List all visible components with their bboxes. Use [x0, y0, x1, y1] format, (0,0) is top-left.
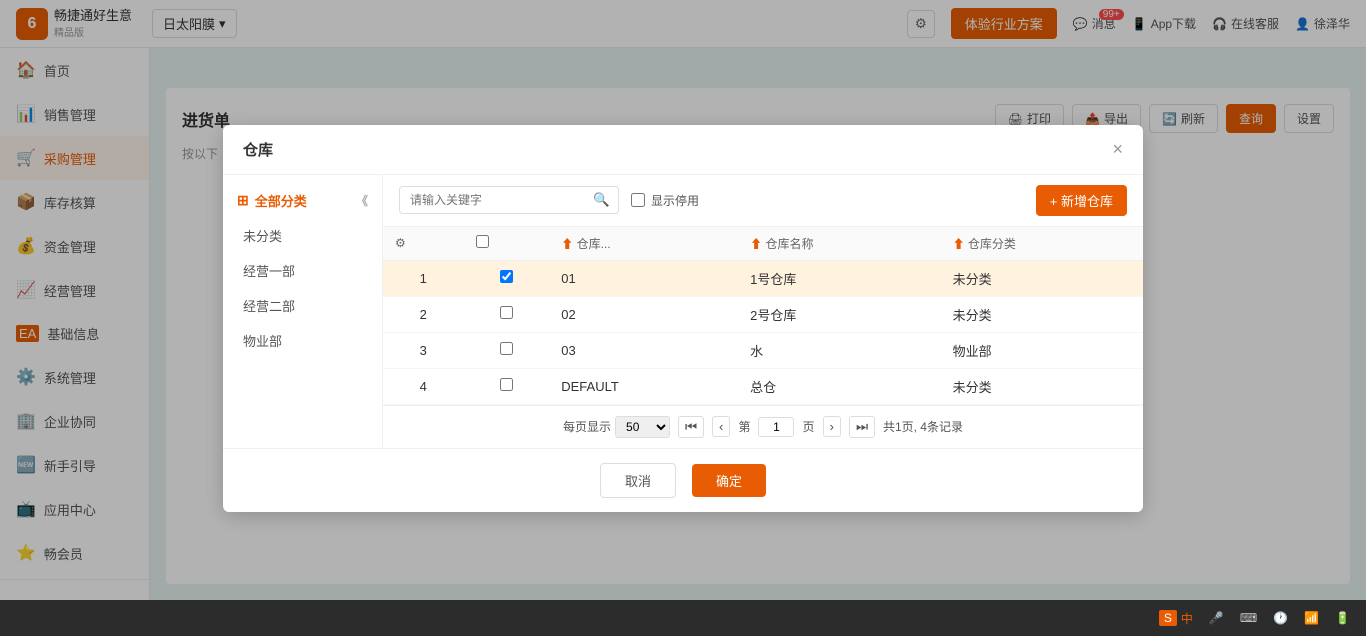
cat-item-3[interactable]: 物业部 — [223, 323, 382, 358]
last-page-button[interactable]: ⏭ — [849, 416, 875, 438]
table-row[interactable]: 4 DEFAULT 总仓 未分类 — [383, 368, 1143, 404]
row-check-1[interactable] — [464, 260, 550, 296]
row-cat-2: 未分类 — [941, 296, 1143, 332]
table-body: 1 01 1号仓库 未分类 2 02 2号仓库 — [383, 260, 1143, 404]
status-wifi: 📶 — [1304, 611, 1319, 625]
search-button[interactable]: 🔍 — [585, 187, 618, 213]
warehouse-modal: 仓库 × ⊞ 全部分类 《 未分类 经营一部 经营二部 — [223, 125, 1143, 512]
row-num-3: 3 — [383, 332, 464, 368]
status-lang: S 中 — [1159, 610, 1193, 627]
show-disabled-label[interactable]: 显示停用 — [631, 192, 699, 209]
confirm-button[interactable]: 确定 — [692, 464, 766, 497]
row-code-4: DEFAULT — [549, 368, 738, 404]
row-num-4: 4 — [383, 368, 464, 404]
row-name-4: 总仓 — [738, 368, 940, 404]
search-box: 🔍 — [399, 186, 619, 214]
cat-item-2[interactable]: 经营二部 — [223, 288, 382, 323]
status-keyboard[interactable]: ⌨ — [1240, 611, 1257, 625]
modal-header: 仓库 × — [223, 125, 1143, 175]
sort-icon2: ⬆ — [750, 237, 762, 251]
page-unit: 页 — [802, 418, 814, 435]
row-checkbox-3[interactable] — [500, 342, 513, 355]
row-code-1: 01 — [549, 260, 738, 296]
th-check — [464, 227, 550, 261]
row-checkbox-1[interactable] — [500, 270, 513, 283]
sort-icon: ⬆ — [561, 237, 573, 251]
next-page-button[interactable]: › — [823, 416, 841, 437]
table-row[interactable]: 2 02 2号仓库 未分类 — [383, 296, 1143, 332]
modal-body: ⊞ 全部分类 《 未分类 经营一部 经营二部 物业部 — [223, 175, 1143, 448]
row-check-4[interactable] — [464, 368, 550, 404]
row-num-2: 2 — [383, 296, 464, 332]
per-page-label: 每页显示 — [563, 418, 611, 435]
th-name: ⬆ 仓库名称 — [738, 227, 940, 261]
add-warehouse-button[interactable]: + 新增仓库 — [1036, 185, 1127, 216]
row-name-1: 1号仓库 — [738, 260, 940, 296]
grid-icon: ⊞ — [237, 192, 249, 209]
table-toolbar: 🔍 显示停用 + 新增仓库 — [383, 175, 1143, 227]
row-checkbox-4[interactable] — [500, 378, 513, 391]
row-cat-3: 物业部 — [941, 332, 1143, 368]
row-num-1: 1 — [383, 260, 464, 296]
cancel-button[interactable]: 取消 — [600, 463, 676, 498]
table-area: 🔍 显示停用 + 新增仓库 ⚙ — [383, 175, 1143, 448]
cat-item-0[interactable]: 未分类 — [223, 218, 382, 253]
all-categories-label: 全部分类 — [255, 191, 307, 210]
status-bar: S 中 🎤 ⌨ 🕐 📶 🔋 — [0, 600, 1366, 636]
th-gear: ⚙ — [383, 227, 464, 261]
per-page-select[interactable]: 50 100 — [615, 416, 670, 438]
page-label: 第 — [738, 418, 750, 435]
prev-page-button[interactable]: ‹ — [712, 416, 730, 437]
modal-footer: 取消 确定 — [223, 448, 1143, 512]
collapse-icon[interactable]: 《 — [356, 192, 368, 209]
select-all-checkbox[interactable] — [476, 235, 489, 248]
table-head: ⚙ ⬆ 仓库... ⬆ 仓库名称 — [383, 227, 1143, 261]
cat-item-1[interactable]: 经营一部 — [223, 253, 382, 288]
show-disabled-checkbox[interactable] — [631, 193, 645, 207]
page-number-input[interactable]: 1 — [758, 417, 794, 437]
page-size-select: 每页显示 50 100 — [563, 416, 670, 438]
row-cat-1: 未分类 — [941, 260, 1143, 296]
th-code: ⬆ 仓库... — [549, 227, 738, 261]
row-cat-4: 未分类 — [941, 368, 1143, 404]
first-page-button[interactable]: ⏮ — [678, 416, 704, 438]
th-category: ⬆ 仓库分类 — [941, 227, 1143, 261]
modal-title: 仓库 — [243, 139, 273, 160]
all-categories-item[interactable]: ⊞ 全部分类 《 — [223, 183, 382, 218]
modal-backdrop: 仓库 × ⊞ 全部分类 《 未分类 经营一部 经营二部 — [0, 0, 1366, 636]
category-panel: ⊞ 全部分类 《 未分类 经营一部 经营二部 物业部 — [223, 175, 383, 448]
search-input[interactable] — [400, 188, 585, 212]
row-check-3[interactable] — [464, 332, 550, 368]
status-mic[interactable]: 🎤 — [1209, 611, 1224, 625]
row-check-2[interactable] — [464, 296, 550, 332]
row-name-3: 水 — [738, 332, 940, 368]
table-row[interactable]: 3 03 水 物业部 — [383, 332, 1143, 368]
table-scroll[interactable]: ⚙ ⬆ 仓库... ⬆ 仓库名称 — [383, 227, 1143, 405]
warehouse-table: ⚙ ⬆ 仓库... ⬆ 仓库名称 — [383, 227, 1143, 405]
row-code-3: 03 — [549, 332, 738, 368]
row-code-2: 02 — [549, 296, 738, 332]
row-name-2: 2号仓库 — [738, 296, 940, 332]
sort-icon3: ⬆ — [953, 237, 965, 251]
modal-close-button[interactable]: × — [1112, 140, 1123, 158]
row-checkbox-2[interactable] — [500, 306, 513, 319]
status-clock: 🕐 — [1273, 611, 1288, 625]
show-disabled-text: 显示停用 — [651, 192, 699, 209]
table-header-row: ⚙ ⬆ 仓库... ⬆ 仓库名称 — [383, 227, 1143, 261]
table-row[interactable]: 1 01 1号仓库 未分类 — [383, 260, 1143, 296]
pagination-bar: 每页显示 50 100 ⏮ ‹ 第 1 页 › ⏭ 共1页, 4条记录 — [383, 405, 1143, 448]
total-label: 共1页, 4条记录 — [883, 418, 963, 435]
status-battery: 🔋 — [1335, 611, 1350, 625]
